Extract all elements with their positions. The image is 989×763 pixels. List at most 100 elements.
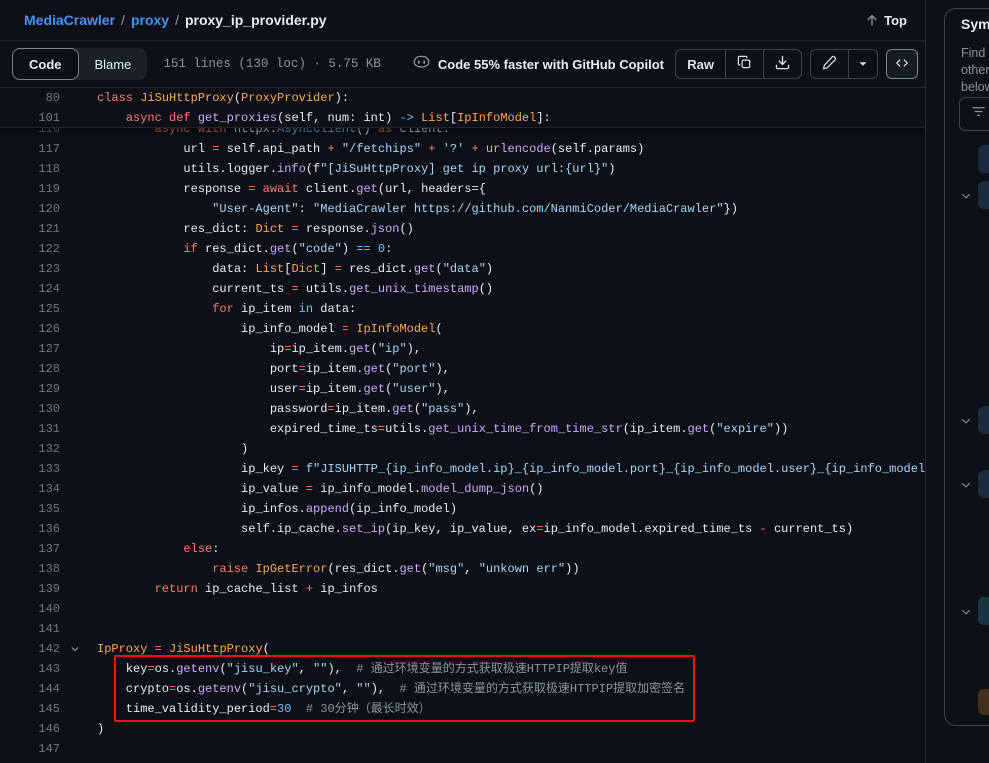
symbols-panel-toggle-button[interactable] (886, 49, 918, 79)
line-number[interactable]: 134 (0, 479, 60, 499)
chevron-down-icon[interactable] (960, 414, 972, 432)
code-line: 145 time_validity_period=30 # 30分钟（最长时效） (0, 699, 925, 719)
file-main-column: MediaCrawler / proxy / proxy_ip_provider… (0, 0, 926, 763)
code-line: 129 user=ip_item.get("user"), (0, 379, 925, 399)
line-number[interactable]: 138 (0, 559, 60, 579)
code-line: 126 ip_info_model = IpInfoModel( (0, 319, 925, 339)
sticky-context-lines: 80class JiSuHttpProxy(ProxyProvider):101… (0, 88, 925, 128)
tab-code[interactable]: Code (12, 48, 79, 80)
line-number[interactable]: 144 (0, 679, 60, 699)
line-gutter (60, 579, 97, 599)
code-line: 101 async def get_proxies(self, num: int… (0, 108, 925, 128)
line-number[interactable]: 121 (0, 219, 60, 239)
line-number[interactable]: 117 (0, 139, 60, 159)
line-number[interactable]: 136 (0, 519, 60, 539)
line-number[interactable]: 142 (0, 639, 60, 659)
line-number[interactable]: 125 (0, 299, 60, 319)
line-number[interactable]: 122 (0, 239, 60, 259)
line-number[interactable]: 127 (0, 339, 60, 359)
code-line: 131 expired_time_ts=utils.get_unix_time_… (0, 419, 925, 439)
symbols-filter-input[interactable] (959, 97, 989, 131)
code-line: 122 if res_dict.get("code") == 0: (0, 239, 925, 259)
line-number[interactable]: 137 (0, 539, 60, 559)
line-number[interactable]: 145 (0, 699, 60, 719)
code-line: 141 (0, 619, 925, 639)
line-number[interactable]: 124 (0, 279, 60, 299)
code-line: 128 port=ip_item.get("port"), (0, 359, 925, 379)
line-number[interactable]: 119 (0, 179, 60, 199)
breadcrumb-folder-link[interactable]: proxy (131, 12, 169, 28)
line-number[interactable]: 101 (0, 108, 60, 128)
line-number[interactable]: 140 (0, 599, 60, 619)
line-gutter (60, 459, 97, 479)
line-number[interactable]: 143 (0, 659, 60, 679)
chevron-down-icon[interactable] (960, 189, 972, 207)
code-lines: 116 async with httpx.AsyncClient() as cl… (0, 119, 925, 759)
line-number[interactable]: 130 (0, 399, 60, 419)
line-number[interactable]: 141 (0, 619, 60, 639)
code-text: current_ts = utils.get_unix_timestamp() (97, 279, 493, 299)
code-line: 133 ip_key = f"JISUHTTP_{ip_info_model.i… (0, 459, 925, 479)
line-number[interactable]: 126 (0, 319, 60, 339)
copy-raw-button[interactable] (725, 50, 763, 78)
breadcrumb: MediaCrawler / proxy / proxy_ip_provider… (24, 12, 327, 28)
chevron-down-icon[interactable] (960, 605, 972, 623)
line-number[interactable]: 123 (0, 259, 60, 279)
code-text: class JiSuHttpProxy(ProxyProvider): (97, 88, 349, 108)
edit-file-button[interactable] (811, 50, 848, 78)
code-line: 144 crypto=os.getenv("jisu_crypto", ""),… (0, 679, 925, 699)
scroll-to-top-button[interactable]: Top (865, 13, 907, 28)
code-line: 136 self.ip_cache.set_ip(ip_key, ip_valu… (0, 519, 925, 539)
line-gutter (60, 499, 97, 519)
line-number[interactable]: 128 (0, 359, 60, 379)
line-gutter (60, 259, 97, 279)
line-gutter (60, 239, 97, 259)
breadcrumb-repo-link[interactable]: MediaCrawler (24, 12, 115, 28)
code-text: return ip_cache_list + ip_infos (97, 579, 378, 599)
line-number[interactable]: 131 (0, 419, 60, 439)
line-number[interactable]: 118 (0, 159, 60, 179)
breadcrumb-bar: MediaCrawler / proxy / proxy_ip_provider… (0, 0, 925, 41)
line-number[interactable]: 139 (0, 579, 60, 599)
code-line: 120 "User-Agent": "MediaCrawler https://… (0, 199, 925, 219)
line-number[interactable]: 133 (0, 459, 60, 479)
symbols-panel: Sym Find other below (944, 8, 989, 726)
line-number[interactable]: 146 (0, 719, 60, 739)
collapse-chevron-icon[interactable] (70, 639, 80, 654)
edit-dropdown-button[interactable] (848, 50, 877, 78)
line-number[interactable]: 132 (0, 439, 60, 459)
download-raw-button[interactable] (763, 50, 801, 78)
symbol-item[interactable] (978, 689, 989, 715)
tab-blame[interactable]: Blame (79, 48, 148, 80)
caret-down-icon (858, 57, 868, 72)
copilot-banner[interactable]: Code 55% faster with GitHub Copilot (413, 54, 664, 74)
line-gutter (60, 519, 97, 539)
symbol-item[interactable] (978, 406, 989, 434)
code-text: expired_time_ts=utils.get_unix_time_from… (97, 419, 788, 439)
line-number[interactable]: 135 (0, 499, 60, 519)
symbol-item[interactable] (978, 470, 989, 498)
chevron-down-icon[interactable] (960, 478, 972, 496)
github-file-view: MediaCrawler / proxy / proxy_ip_provider… (0, 0, 989, 763)
line-gutter (60, 379, 97, 399)
line-number[interactable]: 80 (0, 88, 60, 108)
code-text: password=ip_item.get("pass"), (97, 399, 479, 419)
code-text: res_dict: Dict = response.json() (97, 219, 414, 239)
line-gutter (60, 439, 97, 459)
code-text: async def get_proxies(self, num: int) ->… (97, 108, 551, 128)
copilot-icon (413, 54, 430, 74)
symbol-item[interactable] (978, 181, 989, 209)
line-number[interactable]: 129 (0, 379, 60, 399)
raw-actions-group: Raw (675, 49, 802, 79)
line-gutter (60, 719, 97, 739)
line-gutter (60, 299, 97, 319)
raw-button[interactable]: Raw (676, 50, 725, 78)
code-line: 124 current_ts = utils.get_unix_timestam… (0, 279, 925, 299)
line-gutter (60, 159, 97, 179)
line-number[interactable]: 120 (0, 199, 60, 219)
symbol-item[interactable] (978, 597, 989, 625)
symbol-item[interactable] (978, 145, 989, 173)
code-line: 140 (0, 599, 925, 619)
pencil-icon (822, 55, 837, 73)
line-number[interactable]: 147 (0, 739, 60, 759)
